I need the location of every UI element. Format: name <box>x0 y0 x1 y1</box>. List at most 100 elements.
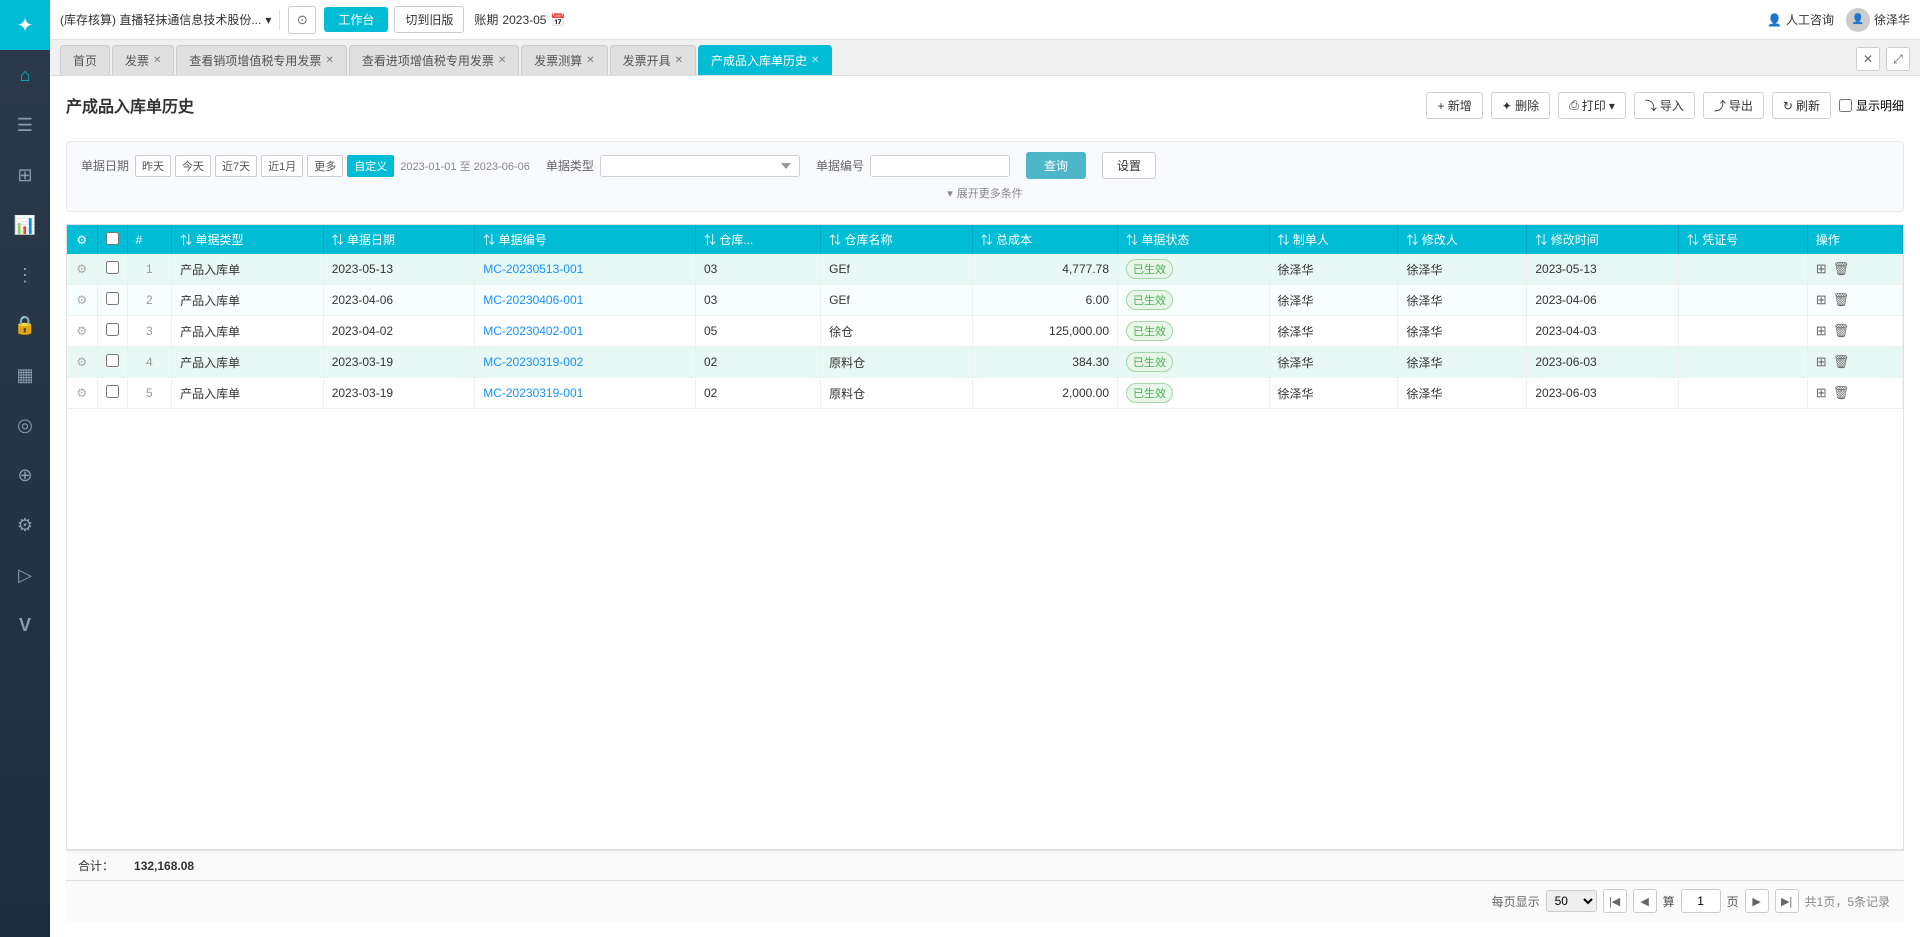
row-checkbox[interactable] <box>106 385 119 398</box>
sidebar-logo[interactable]: ✦ <box>0 0 50 50</box>
sidebar-item-plus[interactable]: ⊕ <box>0 450 50 500</box>
row-checkbox-cell[interactable] <box>97 347 127 378</box>
document-link[interactable]: MC-20230513-001 <box>483 262 583 276</box>
row-document-number[interactable]: MC-20230406-001 <box>475 285 696 316</box>
edit-action-btn[interactable]: ⊞ <box>1816 354 1827 370</box>
row-settings-btn[interactable]: ⚙ <box>67 254 97 285</box>
month-btn[interactable]: 近1月 <box>261 155 303 177</box>
sidebar-item-grid[interactable]: ⊞ <box>0 150 50 200</box>
tab-purchase-vat-close[interactable]: ✕ <box>498 55 506 66</box>
row-checkbox[interactable] <box>106 323 119 336</box>
row-checkbox-cell[interactable] <box>97 254 127 285</box>
col-creator[interactable]: ⇅ 制单人 <box>1269 225 1398 254</box>
type-filter-select[interactable] <box>600 155 800 177</box>
edit-action-btn[interactable]: ⊞ <box>1816 261 1827 277</box>
document-link[interactable]: MC-20230319-002 <box>483 355 583 369</box>
new-button[interactable]: + 新增 <box>1426 92 1482 119</box>
col-voucher[interactable]: ⇅ 凭证号 <box>1678 225 1807 254</box>
page-number-input[interactable] <box>1681 889 1721 913</box>
row-checkbox-cell[interactable] <box>97 316 127 347</box>
expand-more-btn[interactable]: ▾ 展开更多条件 <box>81 185 1889 201</box>
refresh-button[interactable]: ↻ 刷新 <box>1772 92 1831 119</box>
tab-history-close[interactable]: ✕ <box>811 55 819 66</box>
page-size-select[interactable]: 10 20 50 100 <box>1546 890 1597 912</box>
sidebar-item-play[interactable]: ▷ <box>0 550 50 600</box>
sidebar-item-settings[interactable]: ⚙ <box>0 500 50 550</box>
custom-btn[interactable]: 自定义 <box>347 155 394 177</box>
sidebar-item-v[interactable]: V <box>0 600 50 650</box>
help-btn[interactable]: 👤 人工咨询 <box>1767 11 1834 28</box>
sidebar-item-chart[interactable]: 📊 <box>0 200 50 250</box>
document-link[interactable]: MC-20230402-001 <box>483 324 583 338</box>
tab-issue-close[interactable]: ✕ <box>675 55 683 66</box>
export-button[interactable]: ⤴ 导出 <box>1703 92 1764 119</box>
row-document-number[interactable]: MC-20230402-001 <box>475 316 696 347</box>
display-toggle-checkbox[interactable] <box>1839 99 1852 112</box>
tab-calc-close[interactable]: ✕ <box>586 55 594 66</box>
sidebar-item-dot[interactable]: ⋮ <box>0 250 50 300</box>
yesterday-btn[interactable]: 昨天 <box>135 155 171 177</box>
row-settings-btn[interactable]: ⚙ <box>67 347 97 378</box>
tab-invoice[interactable]: 发票 ✕ <box>112 45 174 75</box>
col-checkbox[interactable] <box>97 225 127 254</box>
week-btn[interactable]: 近7天 <box>215 155 257 177</box>
tab-sales-vat-close[interactable]: ✕ <box>325 55 333 66</box>
col-total-cost[interactable]: ⇅ 总成本 <box>972 225 1117 254</box>
edit-action-btn[interactable]: ⊞ <box>1816 385 1827 401</box>
sidebar-item-home[interactable]: ⌂ <box>0 50 50 100</box>
number-filter-input[interactable] <box>870 155 1010 177</box>
sidebar-item-target[interactable]: ◎ <box>0 400 50 450</box>
row-checkbox-cell[interactable] <box>97 378 127 409</box>
col-date[interactable]: ⇅ 单据日期 <box>323 225 475 254</box>
delete-action-btn[interactable]: 🗑 <box>1833 385 1850 401</box>
next-page-btn[interactable]: ▶ <box>1745 889 1769 913</box>
sidebar-item-list[interactable]: ☰ <box>0 100 50 150</box>
delete-action-btn[interactable]: 🗑 <box>1833 261 1850 277</box>
close-all-button[interactable]: ✕ <box>1856 47 1880 71</box>
query-button[interactable]: 查询 <box>1026 152 1086 179</box>
col-status[interactable]: ⇅ 单据状态 <box>1118 225 1270 254</box>
select-all-checkbox[interactable] <box>106 232 119 245</box>
print-button[interactable]: ⎙ 打印 ▾ <box>1558 92 1626 119</box>
row-document-number[interactable]: MC-20230319-002 <box>475 347 696 378</box>
maximize-button[interactable]: ⤢ <box>1886 47 1910 71</box>
document-link[interactable]: MC-20230406-001 <box>483 293 583 307</box>
col-modifier[interactable]: ⇅ 修改人 <box>1398 225 1527 254</box>
tab-calc[interactable]: 发票测算 ✕ <box>521 45 607 75</box>
tab-invoice-close[interactable]: ✕ <box>153 55 161 66</box>
tab-purchase-vat[interactable]: 查看进项增值税专用发票 ✕ <box>349 45 519 75</box>
row-settings-btn[interactable]: ⚙ <box>67 285 97 316</box>
tab-sales-vat[interactable]: 查看销项增值税专用发票 ✕ <box>176 45 346 75</box>
sidebar-item-blocks[interactable]: ▦ <box>0 350 50 400</box>
col-warehouse-name[interactable]: ⇅ 仓库名称 <box>821 225 973 254</box>
delete-action-btn[interactable]: 🗑 <box>1833 292 1850 308</box>
copy-button[interactable]: ⊙ <box>288 6 316 34</box>
today-btn[interactable]: 今天 <box>175 155 211 177</box>
sidebar-item-lock[interactable]: 🔒 <box>0 300 50 350</box>
edit-action-btn[interactable]: ⊞ <box>1816 292 1827 308</box>
row-settings-btn[interactable]: ⚙ <box>67 378 97 409</box>
row-checkbox[interactable] <box>106 292 119 305</box>
col-warehouse-code[interactable]: ⇅ 仓库... <box>696 225 821 254</box>
switch-version-button[interactable]: 切到旧版 <box>394 6 464 33</box>
first-page-btn[interactable]: |◀ <box>1603 889 1627 913</box>
row-checkbox-cell[interactable] <box>97 285 127 316</box>
row-settings-btn[interactable]: ⚙ <box>67 316 97 347</box>
settings-button[interactable]: 设置 <box>1102 152 1156 179</box>
row-document-number[interactable]: MC-20230319-001 <box>475 378 696 409</box>
tab-home[interactable]: 首页 <box>60 45 110 75</box>
edit-action-btn[interactable]: ⊞ <box>1816 323 1827 339</box>
display-toggle[interactable]: 显示明细 <box>1839 97 1904 114</box>
prev-page-btn[interactable]: ◀ <box>1633 889 1657 913</box>
row-document-number[interactable]: MC-20230513-001 <box>475 254 696 285</box>
company-selector[interactable]: (库存核算) 直播轻抹通信息技术股份... ▾ <box>60 11 271 28</box>
last-page-btn[interactable]: ▶| <box>1775 889 1799 913</box>
delete-action-btn[interactable]: 🗑 <box>1833 354 1850 370</box>
row-checkbox[interactable] <box>106 261 119 274</box>
delete-action-btn[interactable]: 🗑 <box>1833 323 1850 339</box>
col-settings[interactable]: ⚙ <box>67 225 97 254</box>
tab-history[interactable]: 产成品入库单历史 ✕ <box>698 45 832 75</box>
workbench-button[interactable]: 工作台 <box>324 7 388 32</box>
col-modify-time[interactable]: ⇅ 修改时间 <box>1527 225 1679 254</box>
col-type[interactable]: ⇅ 单据类型 <box>172 225 324 254</box>
